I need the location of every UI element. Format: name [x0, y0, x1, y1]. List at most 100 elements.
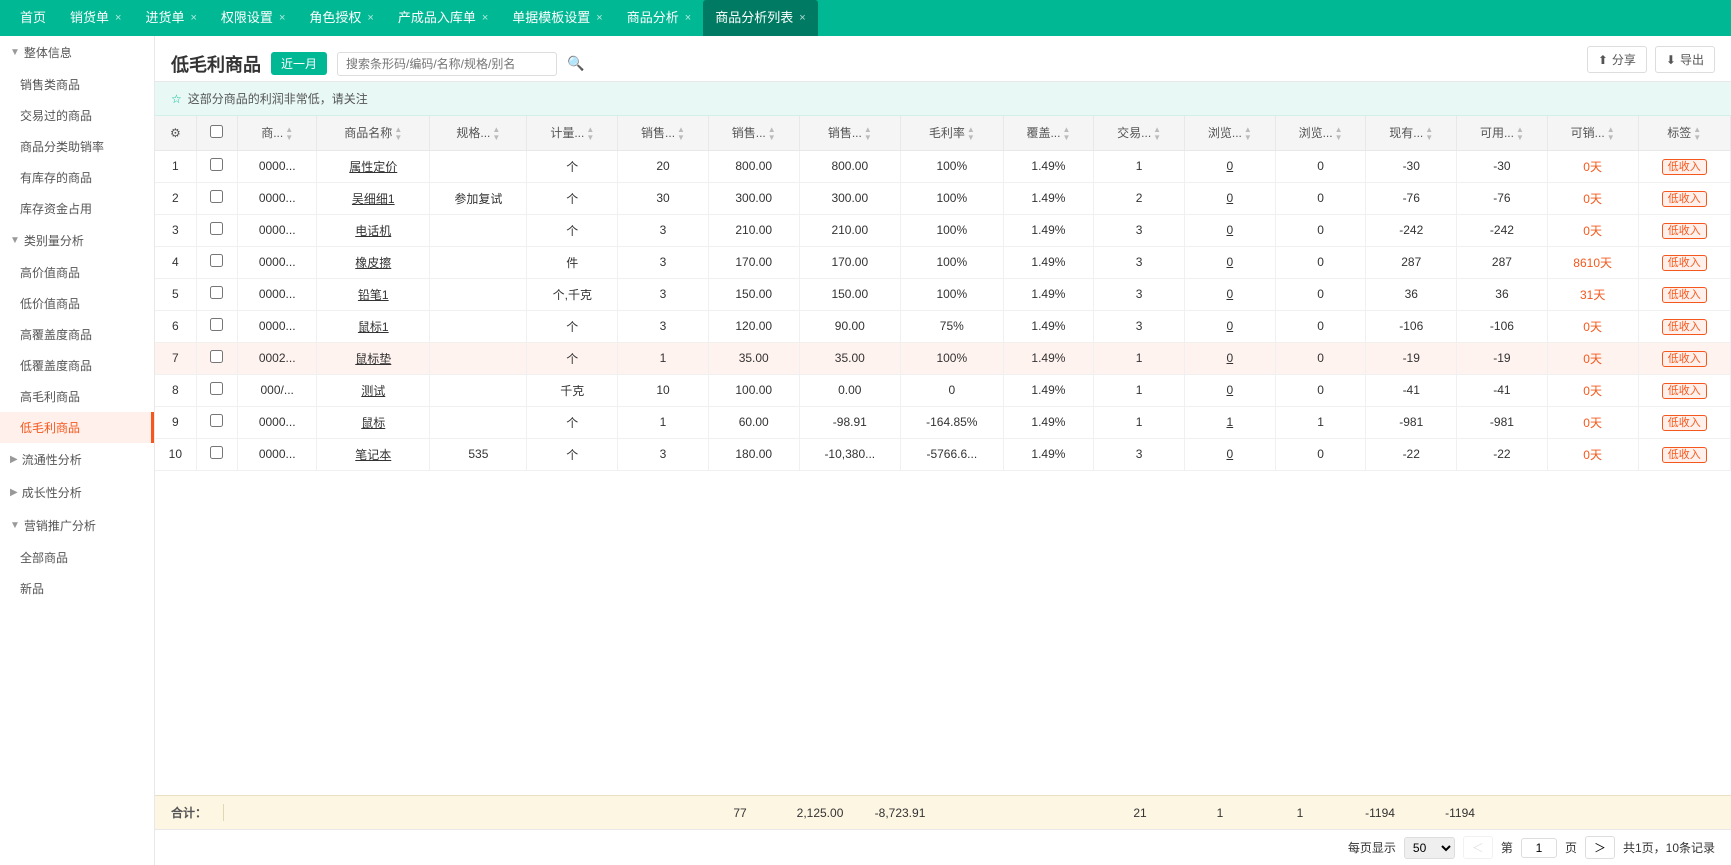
nav-item-销货单[interactable]: 销货单×: [58, 0, 133, 36]
cell-views1[interactable]: 0: [1184, 310, 1275, 342]
sidebar-item-新品[interactable]: 新品: [0, 573, 154, 604]
cell-checkbox[interactable]: [196, 278, 237, 310]
prev-page-btn[interactable]: ＜: [1463, 836, 1493, 859]
nav-item-单据模板设置[interactable]: 单据模板设置×: [500, 0, 614, 36]
row-checkbox[interactable]: [210, 286, 223, 299]
cell-checkbox[interactable]: [196, 246, 237, 278]
link-name[interactable]: 鼠标1: [358, 320, 389, 334]
sidebar-group-流通性分析[interactable]: ▶流通性分析: [0, 443, 154, 476]
cell-name[interactable]: 属性定价: [317, 150, 430, 182]
nav-close-icon[interactable]: ×: [482, 0, 488, 36]
nav-item-商品分析列表[interactable]: 商品分析列表×: [703, 0, 817, 36]
sidebar-item-销售类商品[interactable]: 销售类商品: [0, 69, 154, 100]
nav-item-首页[interactable]: 首页: [8, 0, 58, 36]
col-views2[interactable]: 浏览...▲▼: [1275, 116, 1366, 150]
cell-views1[interactable]: 0: [1184, 438, 1275, 470]
link-views1[interactable]: 0: [1226, 351, 1233, 365]
row-checkbox[interactable]: [210, 318, 223, 331]
link-views1[interactable]: 0: [1226, 255, 1233, 269]
nav-item-角色授权[interactable]: 角色授权×: [297, 0, 385, 36]
search-input[interactable]: [337, 52, 557, 76]
link-views1[interactable]: 0: [1226, 287, 1233, 301]
cell-name[interactable]: 测试: [317, 374, 430, 406]
cell-views1[interactable]: 0: [1184, 278, 1275, 310]
cell-checkbox[interactable]: [196, 406, 237, 438]
link-views1[interactable]: 0: [1226, 223, 1233, 237]
col-sales_amount[interactable]: 销售...▲▼: [799, 116, 900, 150]
link-name[interactable]: 鼠标垫: [355, 352, 391, 366]
nav-close-icon[interactable]: ×: [367, 0, 373, 36]
nav-item-进货单[interactable]: 进货单×: [133, 0, 208, 36]
cell-views1[interactable]: 0: [1184, 342, 1275, 374]
nav-close-icon[interactable]: ×: [279, 0, 285, 36]
cell-name[interactable]: 笔记本: [317, 438, 430, 470]
nav-close-icon[interactable]: ×: [190, 0, 196, 36]
search-button[interactable]: 🔍: [567, 55, 584, 72]
link-views1[interactable]: 0: [1226, 319, 1233, 333]
cell-checkbox[interactable]: [196, 310, 237, 342]
nav-item-商品分析[interactable]: 商品分析×: [615, 0, 703, 36]
cell-checkbox[interactable]: [196, 182, 237, 214]
link-name[interactable]: 鼠标: [361, 416, 385, 430]
page-number-input[interactable]: [1521, 838, 1557, 858]
col-available[interactable]: 可用...▲▼: [1457, 116, 1548, 150]
link-views1[interactable]: 0: [1226, 191, 1233, 205]
sidebar-group-类别量分析[interactable]: ▼类别量分析: [0, 224, 154, 257]
cell-name[interactable]: 吴细细1: [317, 182, 430, 214]
col-checkbox[interactable]: [196, 116, 237, 150]
sidebar-item-高覆盖度商品[interactable]: 高覆盖度商品: [0, 319, 154, 350]
row-checkbox[interactable]: [210, 158, 223, 171]
cell-views1[interactable]: 0: [1184, 374, 1275, 406]
link-name[interactable]: 吴细细1: [352, 192, 395, 206]
cell-checkbox[interactable]: [196, 438, 237, 470]
cell-views1[interactable]: 0: [1184, 150, 1275, 182]
sidebar-item-低价值商品[interactable]: 低价值商品: [0, 288, 154, 319]
link-name[interactable]: 铅笔1: [358, 288, 389, 302]
select-all-checkbox[interactable]: [210, 125, 223, 138]
cell-checkbox[interactable]: [196, 342, 237, 374]
sidebar-group-整体信息[interactable]: ▼整体信息: [0, 36, 154, 69]
row-checkbox[interactable]: [210, 190, 223, 203]
export-button[interactable]: ⬇ 导出: [1655, 46, 1715, 73]
link-name[interactable]: 电话机: [355, 224, 391, 238]
sidebar-item-全部商品[interactable]: 全部商品: [0, 542, 154, 573]
col-name[interactable]: 商品名称▲▼: [317, 116, 430, 150]
link-name[interactable]: 橡皮擦: [355, 256, 391, 270]
row-checkbox[interactable]: [210, 382, 223, 395]
cell-name[interactable]: 鼠标1: [317, 310, 430, 342]
col-views1[interactable]: 浏览...▲▼: [1184, 116, 1275, 150]
cell-name[interactable]: 橡皮擦: [317, 246, 430, 278]
link-name[interactable]: 属性定价: [349, 160, 397, 174]
row-checkbox[interactable]: [210, 414, 223, 427]
sidebar-item-交易过的商品[interactable]: 交易过的商品: [0, 100, 154, 131]
next-page-btn[interactable]: ＞: [1585, 836, 1615, 859]
cell-views1[interactable]: 0: [1184, 182, 1275, 214]
row-checkbox[interactable]: [210, 222, 223, 235]
nav-close-icon[interactable]: ×: [799, 0, 805, 36]
cell-views1[interactable]: 1: [1184, 406, 1275, 438]
filter-month-btn[interactable]: 近一月: [271, 52, 327, 75]
cell-checkbox[interactable]: [196, 150, 237, 182]
row-checkbox[interactable]: [210, 254, 223, 267]
col-transactions[interactable]: 交易...▲▼: [1094, 116, 1185, 150]
col-settings[interactable]: ⚙: [155, 116, 196, 150]
col-unit[interactable]: 计量...▲▼: [527, 116, 618, 150]
col-current[interactable]: 现有...▲▼: [1366, 116, 1457, 150]
col-coverage[interactable]: 覆盖...▲▼: [1003, 116, 1094, 150]
cell-checkbox[interactable]: [196, 214, 237, 246]
sidebar-item-低毛利商品[interactable]: 低毛利商品: [0, 412, 154, 443]
link-views1[interactable]: 1: [1226, 415, 1233, 429]
cell-name[interactable]: 铅笔1: [317, 278, 430, 310]
nav-close-icon[interactable]: ×: [685, 0, 691, 36]
cell-name[interactable]: 鼠标垫: [317, 342, 430, 374]
col-sales_qty[interactable]: 销售...▲▼: [618, 116, 709, 150]
share-button[interactable]: ⬆ 分享: [1587, 46, 1647, 73]
link-name[interactable]: 笔记本: [355, 448, 391, 462]
sidebar-item-有库存的商品[interactable]: 有库存的商品: [0, 162, 154, 193]
sidebar-item-低覆盖度商品[interactable]: 低覆盖度商品: [0, 350, 154, 381]
nav-close-icon[interactable]: ×: [115, 0, 121, 36]
col-code[interactable]: 商...▲▼: [238, 116, 317, 150]
cell-checkbox[interactable]: [196, 374, 237, 406]
nav-item-权限设置[interactable]: 权限设置×: [209, 0, 297, 36]
nav-close-icon[interactable]: ×: [596, 0, 602, 36]
